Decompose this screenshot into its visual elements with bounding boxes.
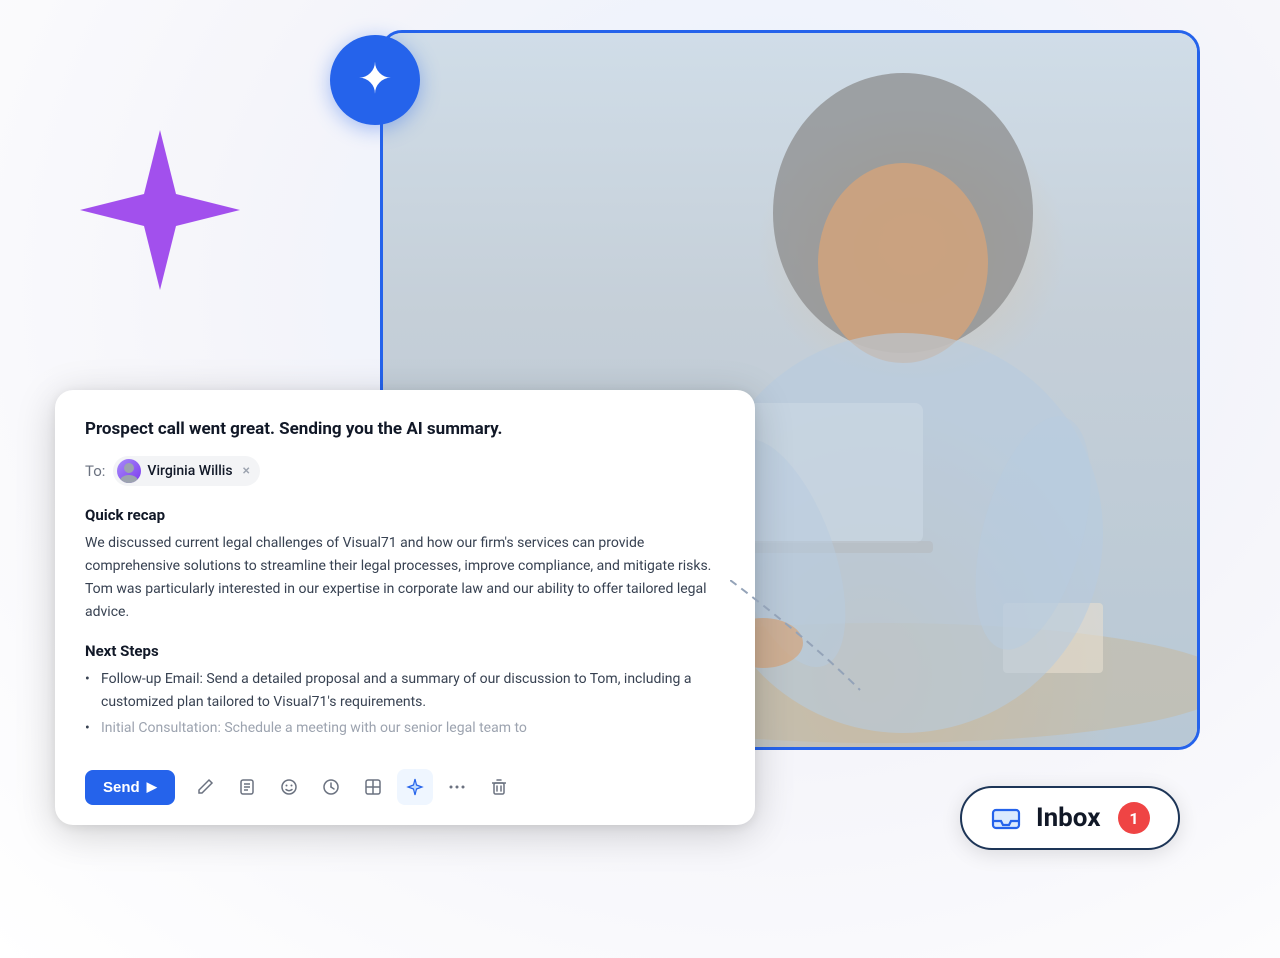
next-steps-list: Follow-up Email: Send a detailed proposa…	[85, 668, 725, 739]
send-button[interactable]: Send ▶	[85, 770, 175, 805]
email-to-row: To: Virginia Willis ×	[85, 456, 725, 486]
inbox-pill[interactable]: Inbox 1	[960, 786, 1180, 850]
avatar-person-icon	[117, 459, 141, 483]
recipient-name: Virginia Willis	[147, 463, 232, 479]
table-icon	[364, 778, 382, 796]
ai-sparkle-icon: ✦	[357, 59, 392, 101]
inbox-label: Inbox	[1036, 803, 1104, 833]
clock-toolbar-button[interactable]	[313, 769, 349, 805]
delete-toolbar-button[interactable]	[481, 769, 517, 805]
email-compose-card: Prospect call went great. Sending you th…	[55, 390, 755, 825]
pencil-icon	[196, 778, 214, 796]
send-label: Send	[103, 779, 140, 796]
next-steps-title: Next Steps	[85, 642, 725, 660]
inbox-icon-wrap	[990, 802, 1022, 834]
inbox-tray-icon	[990, 802, 1022, 834]
send-arrow-icon: ▶	[147, 779, 157, 795]
ai-toolbar-button[interactable]	[397, 769, 433, 805]
to-label: To:	[85, 462, 105, 480]
recipient-avatar	[117, 459, 141, 483]
inbox-badge: 1	[1118, 802, 1150, 834]
recipient-remove-button[interactable]: ×	[243, 463, 250, 479]
document-toolbar-button[interactable]	[229, 769, 265, 805]
quick-recap-title: Quick recap	[85, 506, 725, 524]
next-step-item-2: Initial Consultation: Schedule a meeting…	[85, 717, 725, 739]
dashed-line-connector	[730, 580, 890, 700]
emoji-toolbar-button[interactable]	[271, 769, 307, 805]
ai-circle-button[interactable]: ✦	[330, 35, 420, 125]
edit-toolbar-button[interactable]	[187, 769, 223, 805]
email-toolbar: Send ▶	[85, 755, 725, 805]
email-subject: Prospect call went great. Sending you th…	[85, 418, 725, 442]
next-step-item-1: Follow-up Email: Send a detailed proposa…	[85, 668, 725, 713]
clock-icon	[322, 778, 340, 796]
ai-magic-icon	[406, 778, 424, 796]
more-dots-icon	[448, 778, 466, 796]
trash-icon	[490, 778, 508, 796]
more-toolbar-button[interactable]	[439, 769, 475, 805]
document-icon	[238, 778, 256, 796]
table-toolbar-button[interactable]	[355, 769, 391, 805]
quick-recap-body: We discussed current legal challenges of…	[85, 532, 725, 624]
emoji-icon	[280, 778, 298, 796]
recipient-chip[interactable]: Virginia Willis ×	[113, 456, 260, 486]
